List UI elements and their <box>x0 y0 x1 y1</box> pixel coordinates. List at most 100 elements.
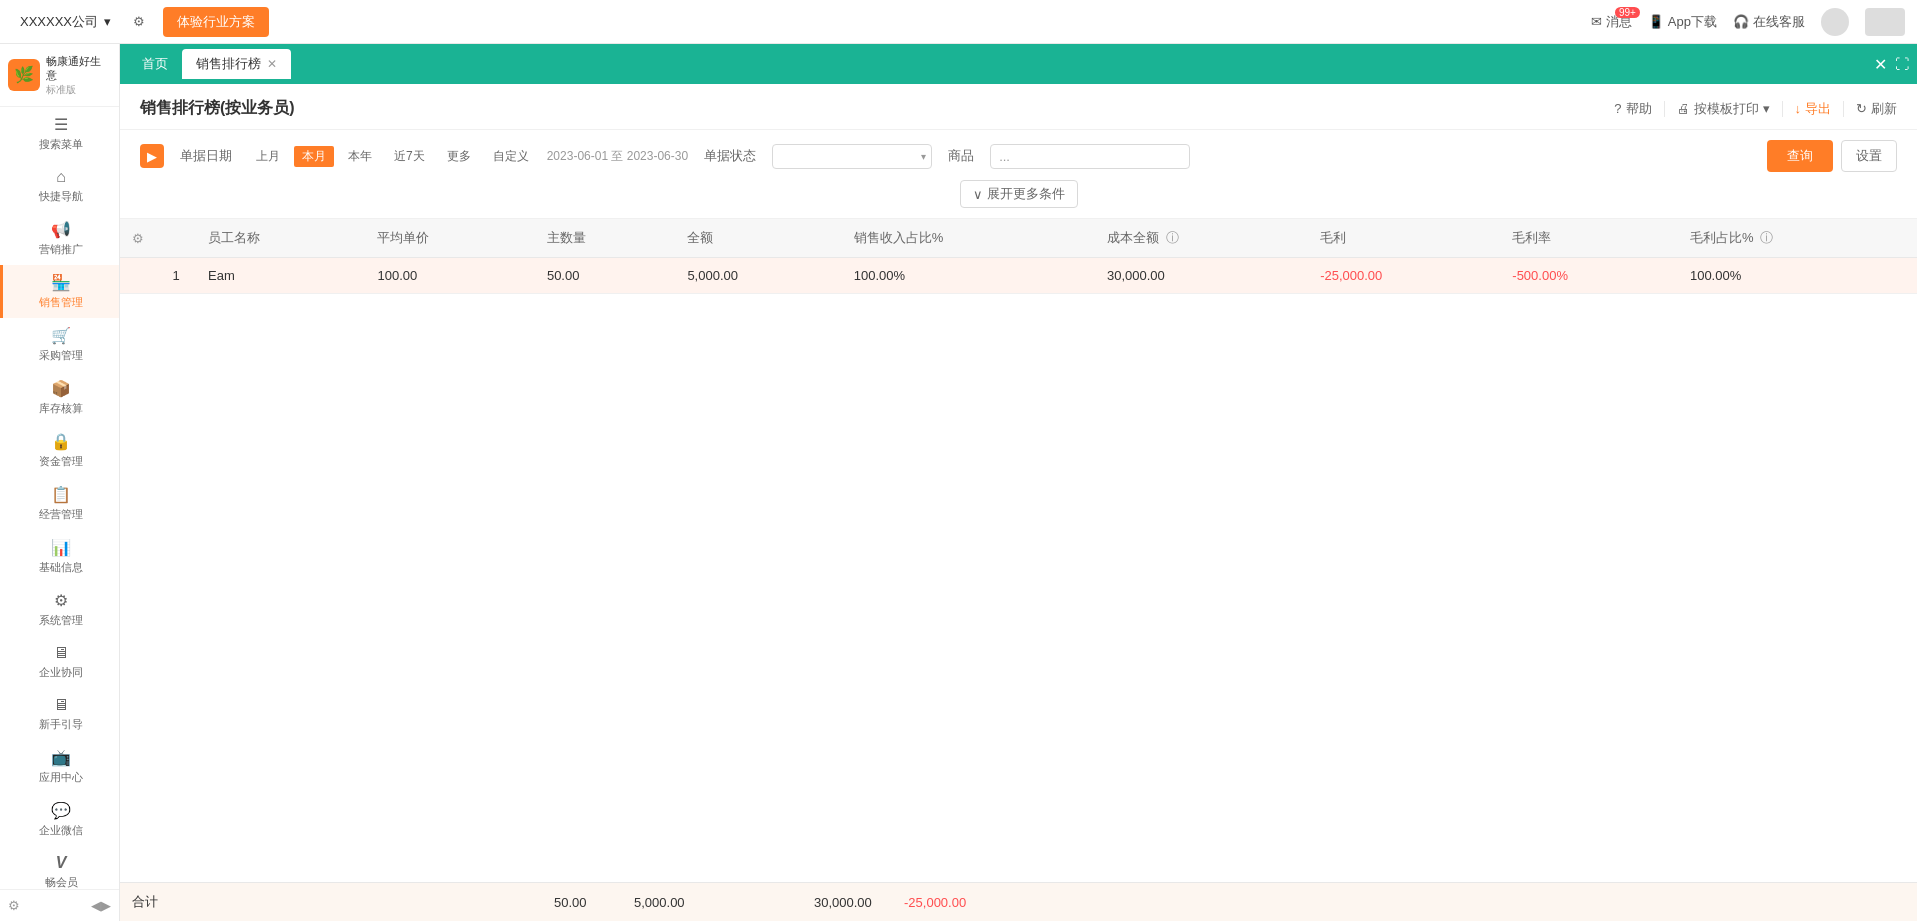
query-button[interactable]: 查询 <box>1767 140 1833 172</box>
tab-sales-rank[interactable]: 销售排行榜 ✕ <box>182 49 291 79</box>
collab-icon: 🖥 <box>53 644 69 662</box>
inventory-icon: 📦 <box>51 379 71 398</box>
expand-chevron-down-icon: ∨ <box>973 187 983 202</box>
app-icon: 📱 <box>1648 14 1664 29</box>
sidebar-item-basic-info[interactable]: 📊 基础信息 <box>0 530 119 583</box>
sidebar-item-guide[interactable]: 🖥 新手引导 <box>0 688 119 740</box>
filter-action-buttons: 查询 设置 <box>1767 140 1897 172</box>
col-settings[interactable]: ⚙ <box>120 219 156 258</box>
message-badge: 99+ <box>1615 7 1640 18</box>
help-icon: ? <box>1614 101 1621 116</box>
table-settings-button[interactable]: 设置 <box>1841 140 1897 172</box>
footer-gross: -25,000.00 <box>892 895 982 910</box>
col-name: 员工名称 <box>196 219 365 258</box>
col-cost: 成本全额 ⓘ <box>1095 219 1308 258</box>
goods-input-wrapper[interactable]: ... <box>990 144 1190 169</box>
col-main-qty: 主数量 <box>535 219 675 258</box>
footer-cost: 30,000.00 <box>802 895 892 910</box>
company-selector[interactable]: XXXXXX公司 ▾ <box>12 9 119 35</box>
date-option-custom[interactable]: 自定义 <box>485 146 537 167</box>
system-icon: ⚙ <box>54 591 68 610</box>
sidebar-item-inventory[interactable]: 📦 库存核算 <box>0 371 119 424</box>
sidebar-nav: ☰ 搜索菜单 ⌂ 快捷导航 📢 营销推广 🏪 销售管理 🛒 采购管理 📦 库 <box>0 107 119 889</box>
sidebar-item-enterprise-wechat[interactable]: 💬 企业微信 <box>0 793 119 846</box>
sidebar-item-purchase[interactable]: 🛒 采购管理 <box>0 318 119 371</box>
col-gross: 毛利 <box>1308 219 1500 258</box>
search-order-icon: ☰ <box>54 115 68 134</box>
sidebar-item-sales[interactable]: 🏪 销售管理 <box>0 265 119 318</box>
col-sales-pct: 销售收入占比% <box>842 219 1095 258</box>
member-icon: V <box>56 854 67 872</box>
date-range-display: 2023-06-01 至 2023-06-30 <box>547 148 688 165</box>
sidebar-item-system[interactable]: ⚙ 系统管理 <box>0 583 119 636</box>
header-actions: ? 帮助 🖨 按模板打印 ▾ ↓ 导出 <box>1614 100 1897 118</box>
goods-input[interactable]: ... <box>999 149 1181 164</box>
export-button[interactable]: ↓ 导出 <box>1795 100 1832 118</box>
footer-values: 50.00 5,000.00 30,000.00 -25,000.00 <box>462 895 982 910</box>
company-name: XXXXXX公司 <box>20 13 98 31</box>
row-gross: -25,000.00 <box>1308 258 1500 294</box>
date-option-7days[interactable]: 近7天 <box>386 146 433 167</box>
filter-expand-arrow[interactable]: ▶ <box>140 144 164 168</box>
page-title: 销售排行榜(按业务员) <box>140 98 295 119</box>
sidebar-item-search-order[interactable]: ☰ 搜索菜单 <box>0 107 119 160</box>
online-service-item[interactable]: 🎧 在线客服 <box>1733 13 1805 31</box>
divider-1 <box>1664 101 1665 117</box>
export-icon: ↓ <box>1795 101 1802 116</box>
print-button[interactable]: 🖨 按模板打印 ▾ <box>1677 100 1770 118</box>
goods-filter-label: 商品 <box>948 147 974 165</box>
footer-total-label: 合计 <box>132 893 462 911</box>
online-service-label: 在线客服 <box>1753 13 1805 31</box>
tab-home[interactable]: 首页 <box>128 49 182 79</box>
sidebar-item-finance[interactable]: 🔒 资金管理 <box>0 424 119 477</box>
date-option-more[interactable]: 更多 <box>439 146 479 167</box>
footer-main-qty: 50.00 <box>542 895 622 910</box>
operations-icon: 📋 <box>51 485 71 504</box>
refresh-button[interactable]: ↻ 刷新 <box>1856 100 1897 118</box>
cost-info-icon[interactable]: ⓘ <box>1166 230 1179 245</box>
tab-close-icon[interactable]: ✕ <box>267 57 277 71</box>
status-select[interactable] <box>772 144 932 169</box>
tab-minimize-icon[interactable]: ✕ <box>1874 55 1887 74</box>
sidebar-item-operations[interactable]: 📋 经营管理 <box>0 477 119 530</box>
trial-button[interactable]: 体验行业方案 <box>163 7 269 37</box>
date-option-last-month[interactable]: 上月 <box>248 146 288 167</box>
avatar[interactable] <box>1821 8 1849 36</box>
sidebar-collapse-icon[interactable]: ◀▶ <box>91 898 111 913</box>
row-name: Eam <box>196 258 365 294</box>
status-filter-label: 单据状态 <box>704 147 756 165</box>
row-sales-pct: 100.00% <box>842 258 1095 294</box>
footer-amount: 5,000.00 <box>622 895 712 910</box>
sidebar-settings-icon[interactable]: ⚙ <box>8 898 20 913</box>
message-icon-item[interactable]: ✉ 消息 99+ <box>1591 13 1632 31</box>
gross-pct-info-icon[interactable]: ⓘ <box>1760 230 1773 245</box>
tab-maximize-icon[interactable]: ⛶ <box>1895 56 1909 72</box>
tab-bar: 首页 销售排行榜 ✕ ✕ ⛶ <box>120 44 1917 84</box>
purchase-icon: 🛒 <box>51 326 71 345</box>
date-option-this-month[interactable]: 本月 <box>294 146 334 167</box>
expand-more-button[interactable]: ∨ 展开更多条件 <box>960 180 1078 208</box>
col-amount: 全额 <box>675 219 841 258</box>
col-avg-price: 平均单价 <box>365 219 534 258</box>
table-footer: 合计 50.00 5,000.00 30,000.00 -25,000.00 <box>120 882 1917 921</box>
date-option-this-year[interactable]: 本年 <box>340 146 380 167</box>
sidebar-item-enterprise-collab[interactable]: 🖥 企业协同 <box>0 636 119 688</box>
sidebar-item-member[interactable]: V 畅会员 <box>0 846 119 889</box>
tab-right-controls: ✕ ⛶ <box>1874 55 1909 74</box>
filter-area: ▶ 单据日期 上月 本月 本年 近7天 更多 自定义 2023-06-01 至 … <box>120 130 1917 219</box>
sidebar-item-quick-nav[interactable]: ⌂ 快捷导航 <box>0 160 119 212</box>
table-header-row: ⚙ 员工名称 平均单价 主数量 全额 销售收入占比% 成本全额 ⓘ 毛利 <box>120 219 1917 258</box>
sales-icon: 🏪 <box>51 273 71 292</box>
app-download-item[interactable]: 📱 App下载 <box>1648 13 1717 31</box>
logo-icon: 🌿 <box>8 59 40 91</box>
headset-icon: 🎧 <box>1733 14 1749 29</box>
username <box>1865 8 1905 36</box>
sidebar-item-marketing[interactable]: 📢 营销推广 <box>0 212 119 265</box>
settings-icon[interactable]: ⚙ <box>125 8 153 36</box>
help-button[interactable]: ? 帮助 <box>1614 100 1651 118</box>
row-cost: 30,000.00 <box>1095 258 1308 294</box>
marketing-icon: 📢 <box>51 220 71 239</box>
date-filter: 上月 本月 本年 近7天 更多 自定义 2023-06-01 至 2023-06… <box>248 146 688 167</box>
sidebar-item-app-center[interactable]: 📺 应用中心 <box>0 740 119 793</box>
filter-row-1: ▶ 单据日期 上月 本月 本年 近7天 更多 自定义 2023-06-01 至 … <box>140 140 1897 172</box>
